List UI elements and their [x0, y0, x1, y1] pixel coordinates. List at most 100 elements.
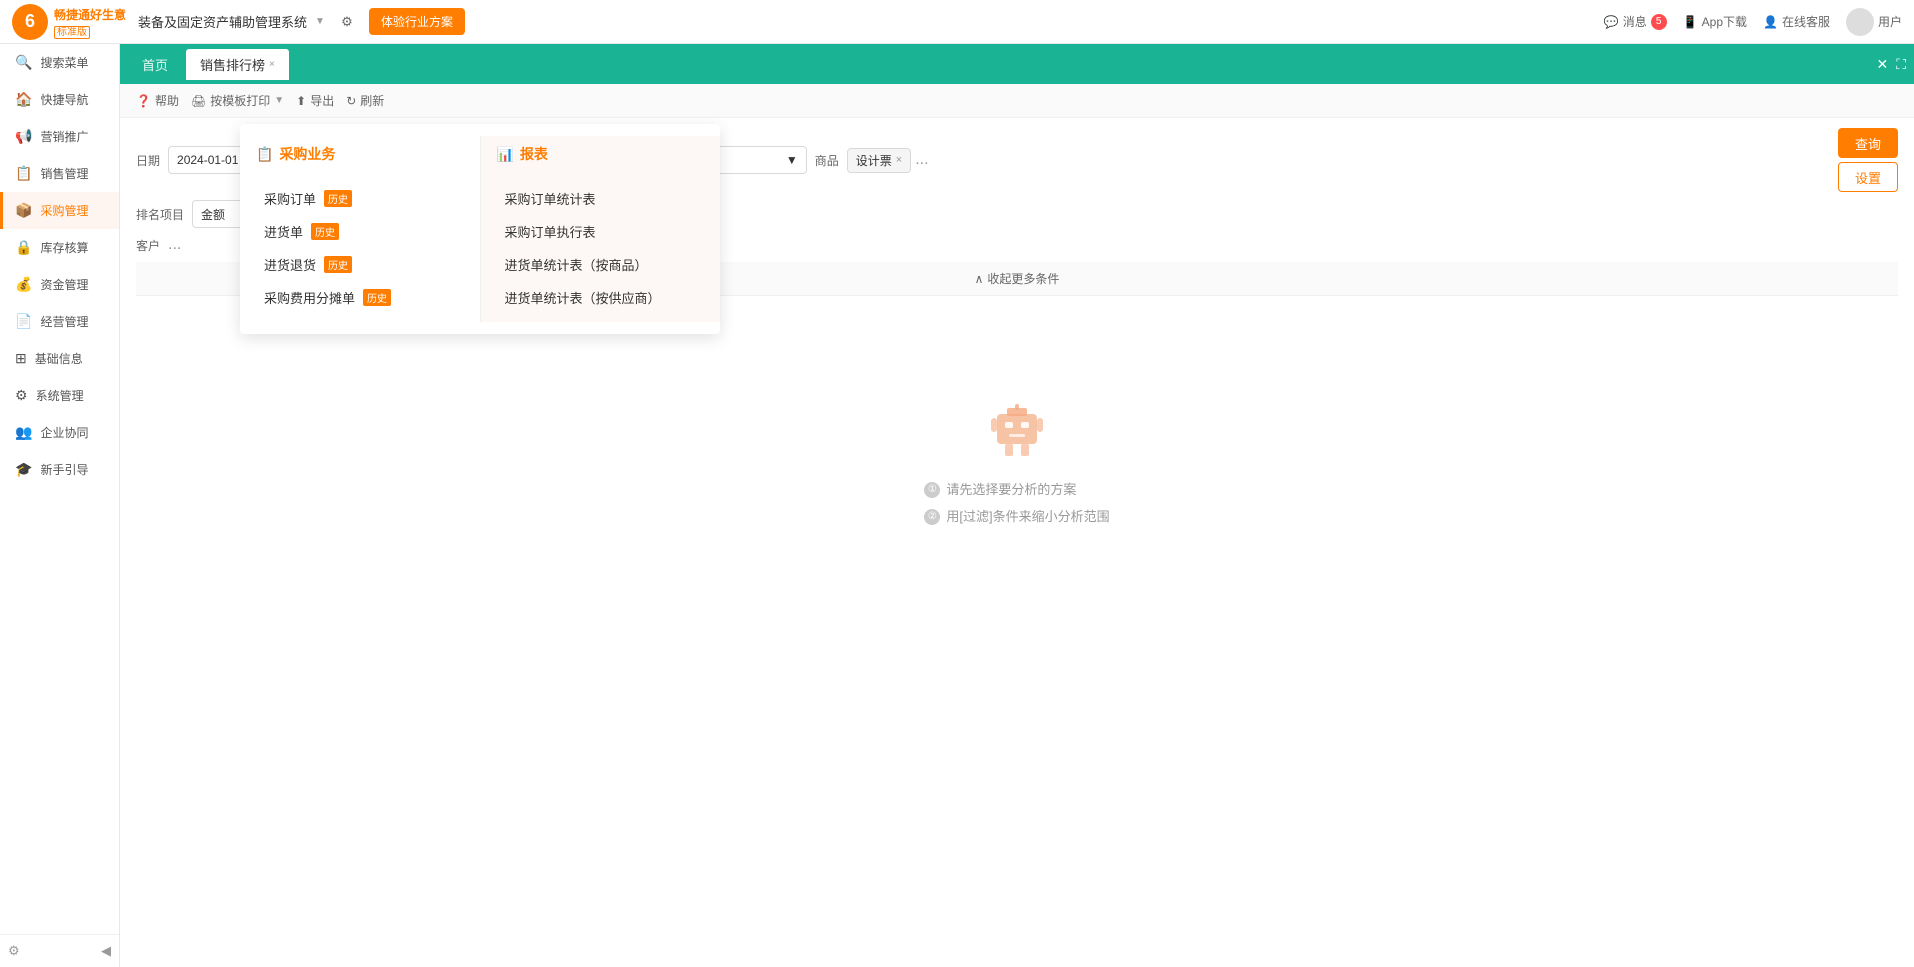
- sidebar-item-operation[interactable]: 📄 经营管理: [0, 303, 119, 340]
- system-icon: ⚙: [15, 387, 28, 404]
- dropdown-item-po-stat[interactable]: 采购订单统计表: [497, 182, 705, 215]
- collapse-up-icon: ∧: [975, 272, 984, 286]
- sidebar: 🔍 搜索菜单 🏠 快捷导航 📢 营销推广 📋 销售管理 📦 采购管理 🔒: [0, 44, 120, 967]
- dropdown-item-goods-stat-by-supplier[interactable]: 进货单统计表（按供应商）: [497, 281, 705, 314]
- experience-btn[interactable]: 体验行业方案: [369, 8, 465, 35]
- avatar: [1846, 8, 1874, 36]
- empty-illustration: [977, 386, 1057, 466]
- main-area: 🔍 搜索菜单 🏠 快捷导航 📢 营销推广 📋 销售管理 📦 采购管理 🔒: [0, 44, 1914, 967]
- sidebar-item-corp[interactable]: 👥 企业协同: [0, 414, 119, 451]
- operation-icon: 📄: [15, 313, 32, 330]
- sidebar-bottom: ⚙ ◀: [0, 934, 119, 967]
- purchase-dropdown-menu: 📋 采购业务 采购订单 历史 进货单 历史 进货退货: [240, 124, 720, 334]
- purchase-icon: 📦: [15, 202, 32, 219]
- dropdown-item-goods-stat-by-goods[interactable]: 进货单统计表（按商品）: [497, 248, 705, 281]
- customer-area: ...: [168, 236, 181, 254]
- goods-tag-remove[interactable]: ×: [896, 154, 902, 166]
- online-service-btn[interactable]: 👤 在线客服: [1763, 13, 1830, 30]
- history-badge-1: 历史: [311, 223, 339, 240]
- tab-close-icon[interactable]: ×: [269, 59, 275, 70]
- print-dropdown-icon[interactable]: ▼: [274, 95, 284, 106]
- toolbar-print[interactable]: 🖨 按模板打印 ▼: [191, 92, 284, 109]
- logo-area: 6 畅捷通好生意 标准版: [12, 4, 126, 40]
- customer-label: 客户: [136, 237, 160, 254]
- help-icon: ❓: [136, 94, 151, 108]
- top-bar: 6 畅捷通好生意 标准版 装备及固定资产辅助管理系统 ▼ ⚙ 体验行业方案 💬 …: [0, 0, 1914, 44]
- dropdown-item-po-exec[interactable]: 采购订单执行表: [497, 215, 705, 248]
- app-container: 6 畅捷通好生意 标准版 装备及固定资产辅助管理系统 ▼ ⚙ 体验行业方案 💬 …: [0, 0, 1914, 967]
- messages-btn[interactable]: 💬 消息 5: [1604, 13, 1667, 30]
- app-download-btn[interactable]: 📱 App下载: [1683, 13, 1747, 30]
- history-badge-0: 历史: [324, 190, 352, 207]
- home-icon: 🏠: [15, 91, 32, 108]
- newbie-icon: 🎓: [15, 461, 32, 478]
- empty-state: ① 请先选择要分析的方案 ② 用[过滤]条件来缩小分析范围: [120, 306, 1914, 609]
- goods-filter-area: 设计票 × ...: [847, 148, 929, 173]
- logo-name: 畅捷通好生意: [54, 6, 126, 23]
- content-area: 首页 销售排行榜 × ✕ ⛶ ❓ 帮助: [120, 44, 1914, 967]
- sidebar-settings-icon[interactable]: ⚙: [8, 943, 20, 959]
- export-icon: ⬆: [296, 94, 306, 108]
- history-badge-2: 历史: [324, 256, 352, 273]
- corp-icon: 👥: [15, 424, 32, 441]
- logo-badge: 标准版: [54, 26, 90, 39]
- page-content: ❓ 帮助 🖨 按模板打印 ▼ ⬆ 导出 ↻ 刷新: [120, 84, 1914, 967]
- top-right: 💬 消息 5 📱 App下载 👤 在线客服 用户: [1604, 8, 1902, 36]
- goods-label: 商品: [815, 152, 839, 169]
- dropdown-item-purchase-expense[interactable]: 采购费用分摊单 历史: [256, 281, 464, 314]
- user-btn[interactable]: 用户: [1846, 8, 1902, 36]
- marketing-icon: 📢: [15, 128, 32, 145]
- goods-tag: 设计票 ×: [847, 148, 911, 173]
- close-window-icon[interactable]: ✕: [1876, 56, 1888, 73]
- sidebar-item-marketing[interactable]: 📢 营销推广: [0, 118, 119, 155]
- settings-btn[interactable]: 设置: [1838, 162, 1898, 192]
- toolbar-help[interactable]: ❓ 帮助: [136, 92, 179, 109]
- sidebar-item-system[interactable]: ⚙ 系统管理: [0, 377, 119, 414]
- sidebar-collapse-icon[interactable]: ◀: [101, 943, 111, 959]
- empty-tip: ① 请先选择要分析的方案 ② 用[过滤]条件来缩小分析范围: [924, 478, 1109, 529]
- dropdown-item-purchase-order[interactable]: 采购订单 历史: [256, 182, 464, 215]
- refresh-icon: ↻: [346, 94, 356, 108]
- goods-more-btn[interactable]: ...: [915, 151, 928, 169]
- dropdown-col2-title: 📊 报表: [497, 144, 705, 170]
- sidebar-item-inventory[interactable]: 🔒 库存核算: [0, 229, 119, 266]
- filter-actions-right: 查询 设置: [1838, 128, 1898, 192]
- system-title: 装备及固定资产辅助管理系统: [138, 12, 307, 31]
- sidebar-item-finance[interactable]: 💰 资金管理: [0, 266, 119, 303]
- sidebar-item-purchase[interactable]: 📦 采购管理: [0, 192, 119, 229]
- print-icon: 🖨: [191, 94, 206, 108]
- toolbar-export[interactable]: ⬆ 导出: [296, 92, 334, 109]
- sidebar-item-quicknav[interactable]: 🏠 快捷导航: [0, 81, 119, 118]
- sidebar-item-search[interactable]: 🔍 搜索菜单: [0, 44, 119, 81]
- query-btn[interactable]: 查询: [1838, 128, 1898, 158]
- toolbar-refresh[interactable]: ↻ 刷新: [346, 92, 384, 109]
- tab-bar-right: ✕ ⛶: [1876, 56, 1906, 73]
- basic-icon: ⊞: [15, 350, 27, 367]
- dropdown-col1-title: 📋 采购业务: [256, 144, 464, 170]
- dropdown-item-goods-return[interactable]: 进货退货 历史: [256, 248, 464, 281]
- maximize-icon[interactable]: ⛶: [1896, 56, 1906, 73]
- sidebar-item-sales[interactable]: 📋 销售管理: [0, 155, 119, 192]
- search-icon: 🔍: [15, 54, 32, 71]
- sidebar-item-basic[interactable]: ⊞ 基础信息: [0, 340, 119, 377]
- dropdown-col-report: 📊 报表 采购订单统计表 采购订单执行表 进货单统计表（按商品）: [480, 136, 721, 322]
- tab-bar: 首页 销售排行榜 × ✕ ⛶: [120, 44, 1914, 84]
- app-icon: 📱: [1683, 15, 1698, 29]
- dropdown-col-purchase: 📋 采购业务 采购订单 历史 进货单 历史 进货退货: [240, 136, 480, 322]
- bill-status-dropdown-icon: ▼: [786, 153, 798, 167]
- customer-more-btn[interactable]: ...: [168, 236, 181, 254]
- tab-home[interactable]: 首页: [128, 49, 182, 80]
- inventory-icon: 🔒: [15, 239, 32, 256]
- service-icon: 👤: [1763, 15, 1778, 29]
- toolbar: ❓ 帮助 🖨 按模板打印 ▼ ⬆ 导出 ↻ 刷新: [120, 84, 1914, 118]
- finance-icon: 💰: [15, 276, 32, 293]
- sidebar-item-newbie[interactable]: 🎓 新手引导: [0, 451, 119, 488]
- message-icon: 💬: [1604, 15, 1619, 29]
- logo-icon: 6: [12, 4, 48, 40]
- settings-icon-btn[interactable]: ⚙: [333, 8, 361, 36]
- system-dropdown-arrow[interactable]: ▼: [315, 16, 325, 27]
- rank-label: 排名项目: [136, 206, 184, 223]
- dropdown-item-goods-receipt[interactable]: 进货单 历史: [256, 215, 464, 248]
- tab-sales-ranking[interactable]: 销售排行榜 ×: [186, 49, 289, 80]
- date-label: 日期: [136, 152, 160, 169]
